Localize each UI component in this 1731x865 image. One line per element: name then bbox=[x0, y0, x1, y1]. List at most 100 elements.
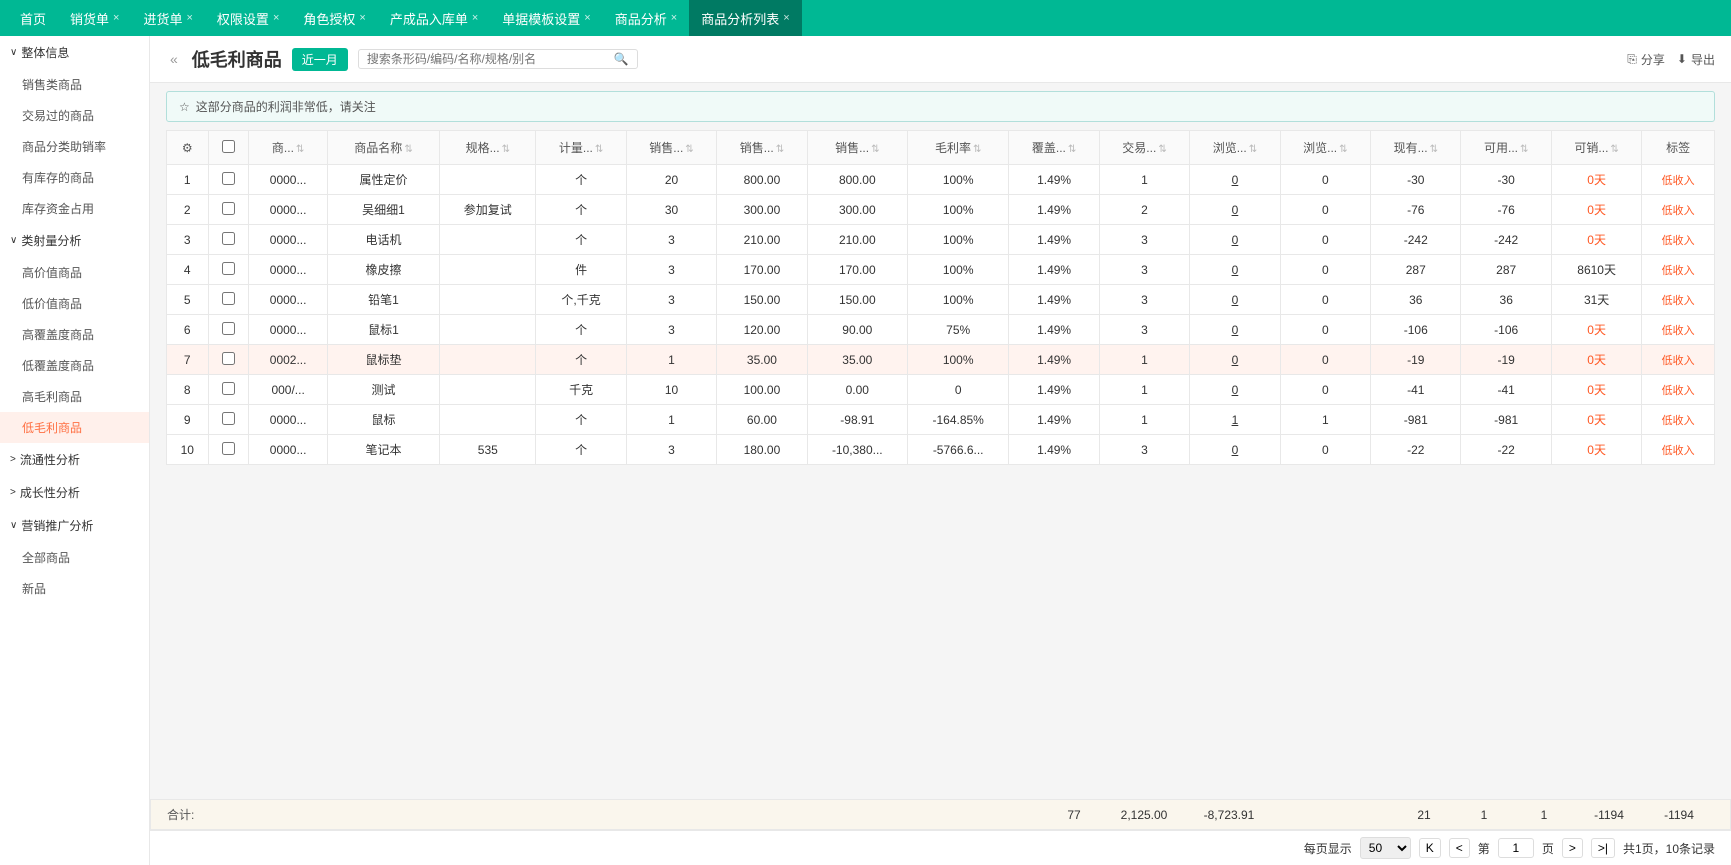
cell-browse1[interactable]: 0 bbox=[1190, 225, 1280, 255]
col-sales-price[interactable]: 销售...⇅ bbox=[717, 131, 807, 165]
page-size-select[interactable]: 50 100 200 bbox=[1360, 837, 1411, 859]
close-icon[interactable]: × bbox=[472, 12, 478, 24]
close-icon[interactable]: × bbox=[584, 12, 590, 24]
sidebar-item-low-margin[interactable]: 低毛利商品 bbox=[0, 412, 149, 443]
cell-browse1[interactable]: 0 bbox=[1190, 195, 1280, 225]
cell-unit: 个 bbox=[536, 165, 626, 195]
row-checkbox[interactable] bbox=[222, 382, 235, 395]
cell-checkbox[interactable] bbox=[208, 375, 249, 405]
cell-checkbox[interactable] bbox=[208, 315, 249, 345]
sidebar-item-low-coverage[interactable]: 低覆盖度商品 bbox=[0, 350, 149, 381]
col-spec[interactable]: 规格...⇅ bbox=[440, 131, 536, 165]
col-name[interactable]: 商品名称⇅ bbox=[327, 131, 439, 165]
col-tag[interactable]: 标签 bbox=[1642, 131, 1715, 165]
next-page-button[interactable]: > bbox=[1562, 838, 1583, 858]
cell-browse1[interactable]: 0 bbox=[1190, 285, 1280, 315]
close-icon[interactable]: × bbox=[113, 12, 119, 24]
nav-product-analysis[interactable]: 商品分析 × bbox=[603, 0, 689, 36]
sidebar-item-inventory-capital[interactable]: 库存资金占用 bbox=[0, 193, 149, 224]
sidebar-item-low-value[interactable]: 低价值商品 bbox=[0, 288, 149, 319]
sidebar-item-new-products[interactable]: 新品 bbox=[0, 573, 149, 604]
cell-browse1[interactable]: 0 bbox=[1190, 315, 1280, 345]
col-sales-profit[interactable]: 销售...⇅ bbox=[807, 131, 907, 165]
select-all-checkbox[interactable] bbox=[222, 140, 235, 153]
sidebar-group-category-analysis[interactable]: ∨ 类射量分析 bbox=[0, 224, 149, 257]
nav-permission-settings[interactable]: 权限设置 × bbox=[205, 0, 291, 36]
first-page-button[interactable]: K bbox=[1419, 838, 1441, 858]
sidebar-item-category-rate[interactable]: 商品分类助销率 bbox=[0, 131, 149, 162]
cell-checkbox[interactable] bbox=[208, 435, 249, 465]
sidebar-item-stocked-products[interactable]: 有库存的商品 bbox=[0, 162, 149, 193]
cell-checkbox[interactable] bbox=[208, 195, 249, 225]
cell-checkbox[interactable] bbox=[208, 255, 249, 285]
sidebar-item-sales-products[interactable]: 销售类商品 bbox=[0, 69, 149, 100]
row-checkbox[interactable] bbox=[222, 172, 235, 185]
close-icon[interactable]: × bbox=[273, 12, 279, 24]
sidebar-group-marketing[interactable]: ∨ 营销推广分析 bbox=[0, 509, 149, 542]
sidebar-group-growth[interactable]: > 成长性分析 bbox=[0, 476, 149, 509]
col-checkbox[interactable] bbox=[208, 131, 249, 165]
col-stock-available[interactable]: 可用...⇅ bbox=[1461, 131, 1551, 165]
row-checkbox[interactable] bbox=[222, 442, 235, 455]
cell-checkbox[interactable] bbox=[208, 345, 249, 375]
footer-sales-price: 2,125.00 bbox=[1104, 808, 1184, 822]
nav-product-entry[interactable]: 产成品入库单 × bbox=[378, 0, 490, 36]
cell-checkbox[interactable] bbox=[208, 225, 249, 255]
cell-browse1[interactable]: 0 bbox=[1190, 435, 1280, 465]
col-code[interactable]: 商...⇅ bbox=[249, 131, 327, 165]
col-browse1[interactable]: 浏览...⇅ bbox=[1190, 131, 1280, 165]
row-checkbox[interactable] bbox=[222, 262, 235, 275]
close-icon[interactable]: × bbox=[186, 12, 192, 24]
col-gross-margin[interactable]: 毛利率⇅ bbox=[907, 131, 1008, 165]
col-unit[interactable]: 计量...⇅ bbox=[536, 131, 626, 165]
export-button[interactable]: ⬇ 导出 bbox=[1677, 51, 1715, 68]
nav-role-auth[interactable]: 角色授权 × bbox=[291, 0, 377, 36]
sidebar-group-circulation[interactable]: > 流通性分析 bbox=[0, 443, 149, 476]
col-browse2[interactable]: 浏览...⇅ bbox=[1280, 131, 1370, 165]
sidebar-item-traded-products[interactable]: 交易过的商品 bbox=[0, 100, 149, 131]
col-coverage[interactable]: 覆盖...⇅ bbox=[1009, 131, 1099, 165]
prev-page-button[interactable]: < bbox=[1449, 838, 1470, 858]
close-icon[interactable]: × bbox=[359, 12, 365, 24]
row-checkbox[interactable] bbox=[222, 232, 235, 245]
nav-template-settings[interactable]: 单据模板设置 × bbox=[490, 0, 602, 36]
nav-sales-order[interactable]: 销货单 × bbox=[58, 0, 131, 36]
close-icon[interactable]: × bbox=[783, 12, 789, 24]
col-transaction[interactable]: 交易...⇅ bbox=[1099, 131, 1189, 165]
cell-checkbox[interactable] bbox=[208, 165, 249, 195]
cell-browse1[interactable]: 0 bbox=[1190, 375, 1280, 405]
cell-no: 10 bbox=[167, 435, 209, 465]
date-filter-button[interactable]: 近一月 bbox=[292, 48, 348, 71]
sidebar-item-high-coverage[interactable]: 高覆盖度商品 bbox=[0, 319, 149, 350]
share-button[interactable]: ⎘ 分享 bbox=[1627, 51, 1665, 68]
sidebar-group-overview[interactable]: ∨ 整体信息 bbox=[0, 36, 149, 69]
nav-home[interactable]: 首页 bbox=[8, 0, 58, 36]
col-stock-current[interactable]: 现有...⇅ bbox=[1371, 131, 1461, 165]
row-checkbox[interactable] bbox=[222, 202, 235, 215]
sidebar-item-high-margin[interactable]: 高毛利商品 bbox=[0, 381, 149, 412]
close-icon[interactable]: × bbox=[671, 12, 677, 24]
row-checkbox[interactable] bbox=[222, 292, 235, 305]
row-checkbox[interactable] bbox=[222, 352, 235, 365]
cell-checkbox[interactable] bbox=[208, 285, 249, 315]
col-stock-saleable[interactable]: 可销...⇅ bbox=[1551, 131, 1641, 165]
row-checkbox[interactable] bbox=[222, 322, 235, 335]
chevron-right-icon: > bbox=[10, 454, 16, 465]
col-sales-qty[interactable]: 销售...⇅ bbox=[626, 131, 716, 165]
page-number-input[interactable] bbox=[1498, 838, 1534, 858]
cell-checkbox[interactable] bbox=[208, 405, 249, 435]
nav-purchase-order[interactable]: 进货单 × bbox=[131, 0, 204, 36]
nav-product-analysis-list[interactable]: 商品分析列表 × bbox=[689, 0, 801, 36]
sidebar-item-high-value[interactable]: 高价值商品 bbox=[0, 257, 149, 288]
cell-browse1[interactable]: 1 bbox=[1190, 405, 1280, 435]
cell-browse2: 0 bbox=[1280, 195, 1370, 225]
cell-browse1[interactable]: 0 bbox=[1190, 165, 1280, 195]
cell-browse1[interactable]: 0 bbox=[1190, 345, 1280, 375]
cell-browse1[interactable]: 0 bbox=[1190, 255, 1280, 285]
col-settings[interactable]: ⚙ bbox=[167, 131, 209, 165]
row-checkbox[interactable] bbox=[222, 412, 235, 425]
sidebar-item-all-products[interactable]: 全部商品 bbox=[0, 542, 149, 573]
sidebar-collapse-btn[interactable]: « bbox=[166, 47, 182, 71]
search-input[interactable] bbox=[367, 52, 614, 66]
last-page-button[interactable]: >| bbox=[1591, 838, 1615, 858]
